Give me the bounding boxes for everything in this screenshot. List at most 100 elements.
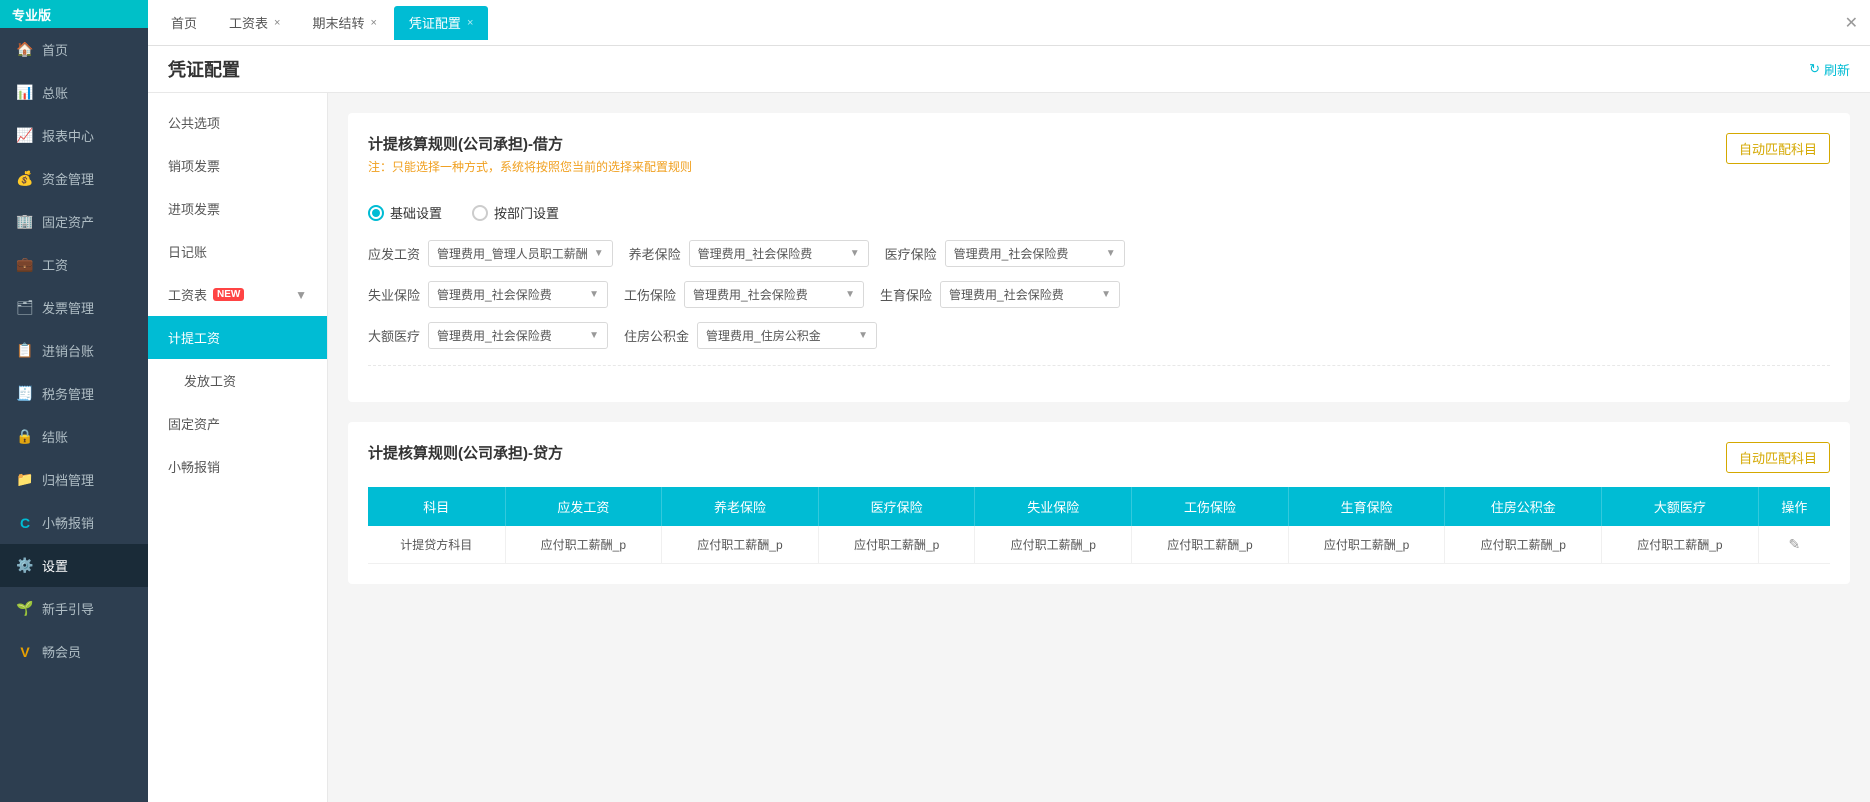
tab-payroll[interactable]: 工资表 × — [214, 6, 295, 40]
sidebar-item-guide[interactable]: 🌱 新手引导 — [0, 587, 148, 630]
th-pension: 养老保险 — [662, 487, 819, 526]
tab-bar: 首页 工资表 × 期末结转 × 凭证配置 × ✕ — [148, 0, 1870, 46]
td-action[interactable]: ✎ — [1758, 526, 1830, 564]
refresh-icon: ↻ — [1809, 61, 1820, 77]
major-medical-select-text: 管理费用_社会保险费 — [437, 327, 583, 344]
injury-select[interactable]: 管理费用_社会保险费 ▼ — [684, 281, 864, 308]
unemployment-select[interactable]: 管理费用_社会保险费 ▼ — [428, 281, 608, 308]
nav-item-xiaochang-exp[interactable]: 小畅报销 — [148, 445, 327, 488]
nav-item-purchase-invoice[interactable]: 进项发票 — [148, 187, 327, 230]
nav-item-fixed-assets[interactable]: 固定资产 — [148, 402, 327, 445]
sidebar-item-label: 报表中心 — [42, 126, 94, 145]
nav-item-payroll-table[interactable]: 工资表 NEW ▼ — [148, 273, 327, 316]
home-icon: 🏠 — [16, 41, 34, 58]
salary-select[interactable]: 管理费用_管理人员职工薪酬 ▼ — [428, 240, 613, 267]
sidebar-item-invoice[interactable]: 🗂 发票管理 — [0, 286, 148, 329]
unemployment-label: 失业保险 — [368, 285, 420, 304]
sidebar-item-xiaochang[interactable]: C 小畅报销 — [0, 501, 148, 544]
refresh-button[interactable]: ↻ 刷新 — [1809, 60, 1850, 79]
td-subject: 计提贷方科目 — [368, 526, 505, 564]
th-salary: 应发工资 — [505, 487, 662, 526]
sidebar-item-asset[interactable]: 🏢 固定资产 — [0, 200, 148, 243]
pension-select[interactable]: 管理费用_社会保险费 ▼ — [689, 240, 869, 267]
section-debit-header-left: 计提核算规则(公司承担)-借方 注：只能选择一种方式，系统将按照您当前的选择来配… — [368, 133, 692, 189]
sidebar-item-label: 资金管理 — [42, 169, 94, 188]
vip-icon: V — [16, 644, 34, 660]
housing-select-text: 管理费用_住房公积金 — [706, 327, 852, 344]
salary-icon: 💼 — [16, 256, 34, 273]
medical-select[interactable]: 管理费用_社会保险费 ▼ — [945, 240, 1125, 267]
sidebar-item-label: 固定资产 — [42, 212, 94, 231]
housing-label: 住房公积金 — [624, 326, 689, 345]
page-header: 凭证配置 ↻ 刷新 — [148, 46, 1870, 93]
medical-select-text: 管理费用_社会保险费 — [954, 245, 1100, 262]
tab-home[interactable]: 首页 — [156, 6, 212, 40]
tab-period[interactable]: 期末结转 × — [297, 6, 391, 40]
major-medical-label: 大额医疗 — [368, 326, 420, 345]
sidebar-item-close[interactable]: 🔒 结账 — [0, 415, 148, 458]
td-pension-val: 应付职工薪酬_p — [662, 526, 819, 564]
sidebar-item-label: 工资 — [42, 255, 68, 274]
archive-icon: 📁 — [16, 471, 34, 488]
tab-voucher-close[interactable]: × — [467, 17, 473, 29]
right-content: 计提核算规则(公司承担)-借方 注：只能选择一种方式，系统将按照您当前的选择来配… — [328, 93, 1870, 802]
sidebar-item-salary[interactable]: 💼 工资 — [0, 243, 148, 286]
sidebar-item-fund[interactable]: 💰 资金管理 — [0, 157, 148, 200]
injury-label: 工伤保险 — [624, 285, 676, 304]
tab-bar-close-button[interactable]: ✕ — [1841, 9, 1862, 37]
new-badge: NEW — [213, 288, 244, 301]
nav-item-calc-salary[interactable]: 计提工资 — [148, 316, 327, 359]
pension-dropdown-icon: ▼ — [850, 248, 860, 259]
maternity-select[interactable]: 管理费用_社会保险费 ▼ — [940, 281, 1120, 308]
tab-voucher[interactable]: 凭证配置 × — [394, 6, 488, 40]
sidebar-item-vip[interactable]: V 畅会员 — [0, 630, 148, 673]
tab-payroll-close[interactable]: × — [274, 17, 280, 29]
th-major-medical: 大额医疗 — [1602, 487, 1759, 526]
radio-dept-dot — [472, 205, 488, 221]
sidebar-item-report[interactable]: 📈 报表中心 — [0, 114, 148, 157]
radio-dept[interactable]: 按部门设置 — [472, 203, 559, 222]
section-debit: 计提核算规则(公司承担)-借方 注：只能选择一种方式，系统将按照您当前的选择来配… — [348, 113, 1850, 402]
radio-dept-label: 按部门设置 — [494, 203, 559, 222]
sidebar-item-tax[interactable]: 🧾 税务管理 — [0, 372, 148, 415]
sidebar-item-settings[interactable]: ⚙️ 设置 — [0, 544, 148, 587]
app-title: 专业版 — [0, 0, 148, 28]
sidebar-item-ledger[interactable]: 📊 总账 — [0, 71, 148, 114]
guide-icon: 🌱 — [16, 600, 34, 617]
tab-payroll-label: 工资表 — [229, 13, 268, 32]
table-row: 计提贷方科目 应付职工薪酬_p 应付职工薪酬_p 应付职工薪酬_p 应付职工薪酬… — [368, 526, 1830, 564]
sidebar-item-label: 总账 — [42, 83, 68, 102]
sidebar-item-label: 畅会员 — [42, 642, 81, 661]
page-title: 凭证配置 — [168, 56, 240, 82]
credit-table: 科目 应发工资 养老保险 医疗保险 失业保险 工伤保险 生育保险 住房公积金 大… — [368, 487, 1830, 564]
content-area: 公共选项 销项发票 进项发票 日记账 工资表 NEW ▼ 计提工资 发放工资 — [148, 93, 1870, 802]
sidebar-item-archive[interactable]: 📁 归档管理 — [0, 458, 148, 501]
nav-item-journal[interactable]: 日记账 — [148, 230, 327, 273]
sidebar-item-label: 结账 — [42, 427, 68, 446]
nav-item-pay-salary[interactable]: 发放工资 — [148, 359, 327, 402]
nav-item-pay-salary-label: 发放工资 — [184, 371, 236, 390]
sidebar-item-stock[interactable]: 📋 进销台账 — [0, 329, 148, 372]
edit-icon[interactable]: ✎ — [1789, 536, 1801, 552]
nav-item-purchase-invoice-label: 进项发票 — [168, 199, 220, 218]
auto-match-credit-button[interactable]: 自动匹配科目 — [1726, 442, 1830, 473]
sidebar-item-label: 发票管理 — [42, 298, 94, 317]
medical-label: 医疗保险 — [885, 244, 937, 263]
tab-period-close[interactable]: × — [370, 17, 376, 29]
th-unemployment: 失业保险 — [975, 487, 1132, 526]
nav-item-sales-invoice[interactable]: 销项发票 — [148, 144, 327, 187]
major-medical-select[interactable]: 管理费用_社会保险费 ▼ — [428, 322, 608, 349]
auto-match-debit-button[interactable]: 自动匹配科目 — [1726, 133, 1830, 164]
medical-dropdown-icon: ▼ — [1106, 248, 1116, 259]
sidebar-item-label: 设置 — [42, 556, 68, 575]
nav-item-public[interactable]: 公共选项 — [148, 101, 327, 144]
sidebar: 专业版 🏠 首页 📊 总账 📈 报表中心 💰 资金管理 🏢 固定资产 💼 工资 … — [0, 0, 148, 802]
td-medical-val: 应付职工薪酬_p — [818, 526, 975, 564]
th-maternity: 生育保险 — [1288, 487, 1445, 526]
sidebar-item-label: 税务管理 — [42, 384, 94, 403]
housing-select[interactable]: 管理费用_住房公积金 ▼ — [697, 322, 877, 349]
maternity-dropdown-icon: ▼ — [1101, 289, 1111, 300]
sidebar-item-home[interactable]: 🏠 首页 — [0, 28, 148, 71]
radio-basic[interactable]: 基础设置 — [368, 203, 442, 222]
th-subject: 科目 — [368, 487, 505, 526]
